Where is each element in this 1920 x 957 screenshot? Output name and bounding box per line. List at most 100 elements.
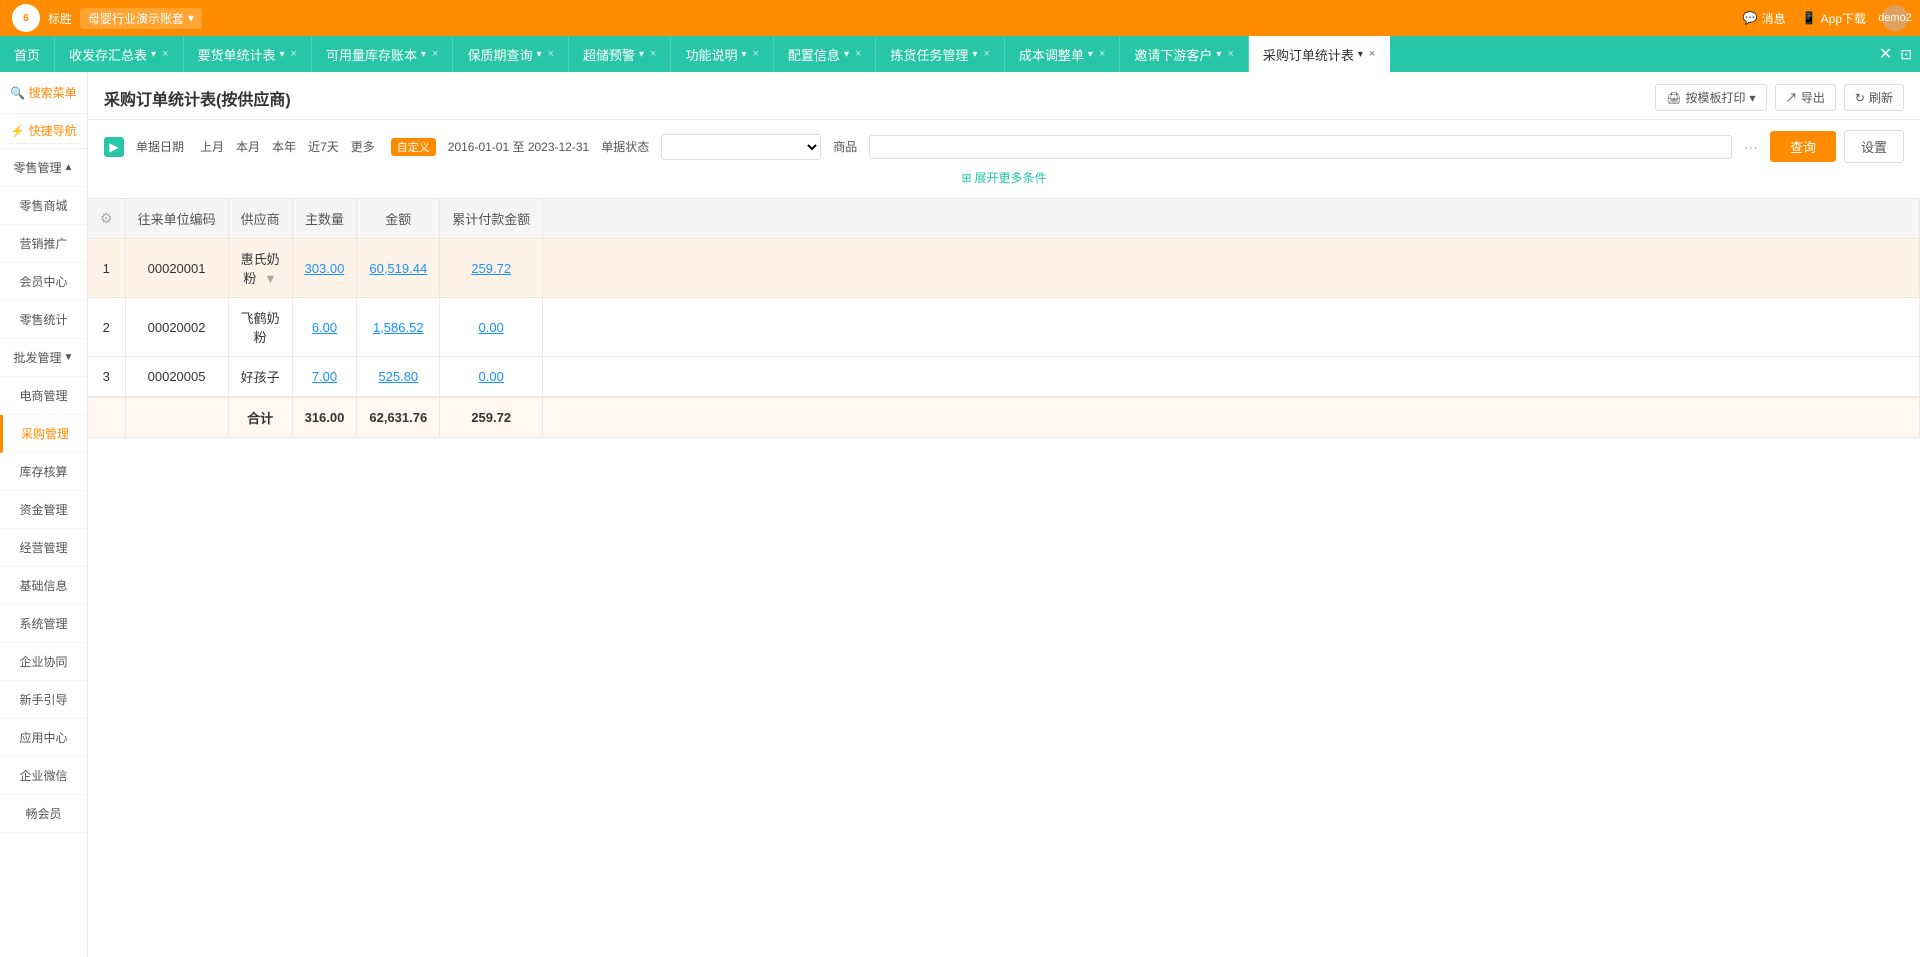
filter-toggle-button[interactable]: ▶ — [104, 137, 124, 157]
logo-icon: 6 — [12, 4, 40, 32]
tab-close[interactable]: × — [1099, 48, 1105, 60]
workspace-selector[interactable]: 母婴行业演示账套 ▾ — [80, 8, 202, 29]
tab-invite[interactable]: 邀请下游客户 ▾ × — [1120, 36, 1248, 72]
tab-close[interactable]: × — [291, 48, 297, 60]
tab-task[interactable]: 拣货任务管理 ▾ × — [876, 36, 1004, 72]
sidebar-item-operations[interactable]: 经营管理 — [0, 529, 87, 567]
sidebar-item-appcenter[interactable]: 应用中心 — [0, 719, 87, 757]
date-more[interactable]: 更多 — [347, 136, 379, 157]
sidebar-item-newguide[interactable]: 新手引导 — [0, 681, 87, 719]
col-amount: 金额 — [357, 199, 440, 239]
date-7days[interactable]: 近7天 — [304, 136, 343, 157]
export-button[interactable]: ↗ 导出 — [1775, 84, 1836, 111]
tab-config[interactable]: 配置信息 ▾ × — [774, 36, 876, 72]
refresh-button[interactable]: ↻ 刷新 — [1844, 84, 1904, 111]
tab-close[interactable]: × — [162, 48, 168, 60]
sidebar-item-wechat[interactable]: 企业微信 — [0, 757, 87, 795]
row-qty: 303.00 — [292, 239, 357, 298]
date-this-year[interactable]: 本年 — [268, 136, 300, 157]
table-header-row: ⚙ 往来单位编码 供应商 主数量 金额 累计付款金额 — [88, 199, 1920, 239]
expand-icon: ⊞ — [961, 171, 971, 185]
refresh-icon: ↻ — [1855, 91, 1865, 105]
expand-row-icon[interactable]: ▼ — [264, 271, 277, 286]
tab-close[interactable]: × — [855, 48, 861, 60]
tab-arrow: ▾ — [1216, 49, 1221, 60]
chevron-icon: ▼ — [64, 352, 74, 363]
sidebar-item-retail-shop[interactable]: 零售商城 — [0, 187, 87, 225]
tab-inventory[interactable]: 可用量库存账本 ▾ × — [312, 36, 453, 72]
top-bar-left: 6 标胜 母婴行业演示账套 ▾ — [12, 4, 202, 32]
expand-button[interactable]: ⊞ 展开更多条件 — [961, 169, 1046, 186]
table-row: 2 00020002 飞鹤奶粉 6.00 1,586.52 0.00 — [88, 298, 1920, 357]
date-this-month[interactable]: 本月 — [232, 136, 264, 157]
tab-order-stat[interactable]: 要货单统计表 ▾ × — [184, 36, 312, 72]
row-code: 00020005 — [125, 357, 228, 398]
row-code: 00020001 — [125, 239, 228, 298]
sidebar-item-inventory-check[interactable]: 库存核算 — [0, 453, 87, 491]
tab-arrow: ▾ — [639, 49, 644, 60]
page-title: 采购订单统计表(按供应商) — [104, 86, 291, 110]
tab-close[interactable]: × — [983, 48, 989, 60]
avatar[interactable]: demo2 — [1882, 5, 1908, 31]
expand-tab-icon[interactable]: ⊡ — [1900, 46, 1912, 63]
row-paid: 0.00 — [440, 357, 543, 398]
sidebar-item-enterprise[interactable]: 企业协同 — [0, 643, 87, 681]
sidebar-item-retail-stat[interactable]: 零售统计 — [0, 301, 87, 339]
date-range-display: 2016-01-01 至 2023-12-31 — [448, 138, 589, 155]
nav-tabs: 首页 收发存汇总表 ▾ × 要货单统计表 ▾ × 可用量库存账本 ▾ × 保质期… — [0, 36, 1920, 72]
filter-expand: ⊞ 展开更多条件 — [104, 163, 1904, 188]
goods-more-icon[interactable]: ··· — [1744, 139, 1758, 155]
sidebar-item-marketing[interactable]: 营销推广 — [0, 225, 87, 263]
date-last-month[interactable]: 上月 — [196, 136, 228, 157]
sidebar-item-wholesale[interactable]: 批发管理 ▼ — [0, 339, 87, 377]
main-layout: 🔍 搜索菜单 ⚡ 快捷导航 零售管理 ▲ 零售商城 营销推广 会员中心 零售统计… — [0, 72, 1920, 957]
sidebar-item-ecommerce[interactable]: 电商管理 — [0, 377, 87, 415]
sidebar-item-retail[interactable]: 零售管理 ▲ — [0, 149, 87, 187]
tab-close[interactable]: × — [752, 48, 758, 60]
tab-close[interactable]: × — [1227, 48, 1233, 60]
row-num: 2 — [88, 298, 125, 357]
status-select[interactable] — [661, 134, 821, 160]
tab-overstock[interactable]: 超储预警 ▾ × — [569, 36, 671, 72]
app-download-button[interactable]: 📱 App下载 — [1802, 10, 1866, 27]
search-menu-button[interactable]: 🔍 搜索菜单 — [6, 80, 81, 105]
tab-cost[interactable]: 成本调整单 ▾ × — [1005, 36, 1120, 72]
tab-arrow: ▾ — [151, 49, 156, 60]
close-tab-icon[interactable]: ✕ — [1879, 44, 1892, 64]
message-button[interactable]: 💬 消息 — [1743, 10, 1786, 27]
goods-input[interactable] — [869, 135, 1732, 159]
top-bar-right: 💬 消息 📱 App下载 demo2 — [1743, 5, 1908, 31]
tab-arrow: ▾ — [421, 49, 426, 60]
footer-qty: 316.00 — [292, 397, 357, 438]
tab-feature[interactable]: 功能说明 ▾ × — [671, 36, 773, 72]
tab-close[interactable]: × — [548, 48, 554, 60]
sidebar-item-basic-info[interactable]: 基础信息 — [0, 567, 87, 605]
col-settings[interactable]: ⚙ — [88, 199, 125, 239]
tab-collect[interactable]: 收发存汇总表 ▾ × — [55, 36, 183, 72]
filter-row-1: ▶ 单据日期 上月 本月 本年 近7天 更多 自定义 2016-01-01 至 … — [104, 130, 1904, 163]
tab-close[interactable]: × — [1369, 48, 1375, 60]
sidebar-item-vip[interactable]: 畅会员 — [0, 795, 87, 833]
sidebar-item-system[interactable]: 系统管理 — [0, 605, 87, 643]
footer-amount: 62,631.76 — [357, 397, 440, 438]
tab-arrow: ▾ — [536, 49, 541, 60]
row-qty: 7.00 — [292, 357, 357, 398]
sidebar: 🔍 搜索菜单 ⚡ 快捷导航 零售管理 ▲ 零售商城 营销推广 会员中心 零售统计… — [0, 72, 88, 957]
col-supplier: 供应商 — [228, 199, 292, 239]
print-button[interactable]: 🖨 按模板打印 ▾ — [1655, 84, 1766, 111]
tab-close[interactable]: × — [650, 48, 656, 60]
tab-shelf-life[interactable]: 保质期查询 ▾ × — [453, 36, 568, 72]
tab-purchase-stat[interactable]: 采购订单统计表 ▾ × — [1249, 36, 1390, 72]
settings-button[interactable]: 设置 — [1844, 130, 1904, 163]
tab-home[interactable]: 首页 — [0, 36, 55, 72]
sidebar-item-purchase[interactable]: 采购管理 — [0, 415, 87, 453]
quick-nav-button[interactable]: ⚡ 快捷导航 — [6, 118, 81, 144]
tab-close[interactable]: × — [432, 48, 438, 60]
sidebar-item-finance[interactable]: 资金管理 — [0, 491, 87, 529]
table-footer-row: 合计 316.00 62,631.76 259.72 — [88, 397, 1920, 438]
custom-date-tag: 自定义 — [391, 138, 436, 156]
row-paid: 259.72 — [440, 239, 543, 298]
sidebar-item-members[interactable]: 会员中心 — [0, 263, 87, 301]
export-icon: ↗ — [1786, 91, 1798, 105]
query-button[interactable]: 查询 — [1770, 131, 1836, 162]
